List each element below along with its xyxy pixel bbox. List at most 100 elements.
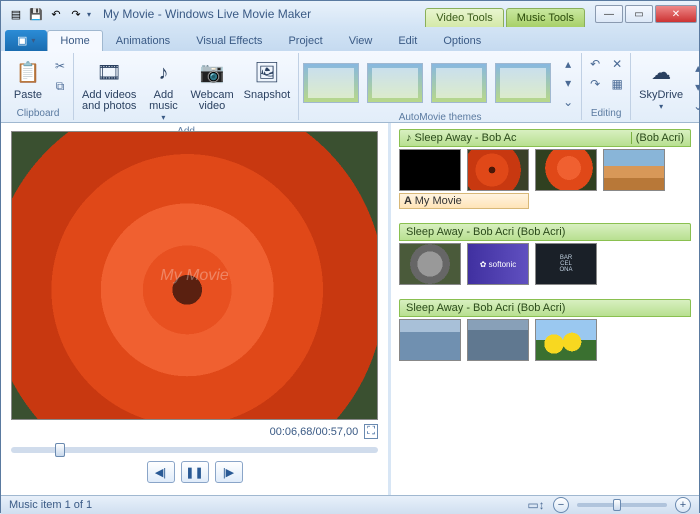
select-all-button[interactable]: ▦ <box>608 75 626 93</box>
tab-animations[interactable]: Animations <box>103 30 183 51</box>
redo-qat-button[interactable]: ↷ <box>67 5 85 23</box>
webcam-icon: 📷 <box>196 57 228 89</box>
zoom-in-button[interactable]: + <box>675 497 691 513</box>
snapshot-icon: 🖼 <box>251 57 283 89</box>
copy-button[interactable]: ⧉ <box>51 77 69 95</box>
tab-options[interactable]: Options <box>430 30 494 51</box>
seek-slider[interactable] <box>11 447 378 453</box>
music-label-2: (Bob Acri) <box>631 132 684 144</box>
theme-thumb[interactable] <box>495 63 551 103</box>
file-icon: ▣ <box>17 34 27 47</box>
tab-edit[interactable]: Edit <box>385 30 430 51</box>
zoom-thumb[interactable] <box>613 499 621 511</box>
add-music-label: Add music <box>149 90 178 112</box>
undo-qat-button[interactable]: ↶ <box>47 5 65 23</box>
group-share: ☁SkyDrive▾ ▴ ▾ ⌄ 💾Save movie▾ 👤Sign in S… <box>631 53 700 120</box>
tab-view[interactable]: View <box>336 30 386 51</box>
clip[interactable]: ✿ softonic <box>467 243 529 285</box>
paste-icon: 📋 <box>12 57 44 89</box>
zoom-out-button[interactable]: − <box>553 497 569 513</box>
chevron-down-icon: ▾ <box>659 101 663 112</box>
tab-home[interactable]: Home <box>47 30 102 51</box>
prev-frame-button[interactable]: ◀| <box>147 461 175 483</box>
playback-controls: ◀| ❚❚ |▶ <box>11 457 378 487</box>
contextual-tabs: Video Tools Music Tools <box>425 1 585 27</box>
snapshot-button[interactable]: 🖼Snapshot <box>240 55 294 103</box>
zoom-slider[interactable] <box>577 503 667 507</box>
themes-expand[interactable]: ⌄ <box>559 93 577 111</box>
next-frame-button[interactable]: |▶ <box>215 461 243 483</box>
themes-scroll-up[interactable]: ▴ <box>559 55 577 73</box>
maximize-button[interactable]: ▭ <box>625 5 653 23</box>
group-editing: ↶✕ ↷▦ Editing <box>582 53 631 120</box>
clip[interactable] <box>603 149 665 191</box>
share-scroll-down[interactable]: ▾ <box>689 78 700 96</box>
music-tools-tab[interactable]: Music Tools <box>506 8 585 27</box>
group-clipboard: 📋Paste ✂ ⧉ Clipboard <box>3 53 74 120</box>
window-buttons: — ▭ ✕ <box>593 5 697 23</box>
track: Sleep Away - Bob Acri (Bob Acri) <box>399 299 691 361</box>
add-videos-button[interactable]: 🎞Add videos and photos <box>78 55 140 114</box>
theme-thumb[interactable] <box>367 63 423 103</box>
clip[interactable]: BAR CEL ONA <box>535 243 597 285</box>
rotate-right-button[interactable]: ↷ <box>586 75 604 93</box>
fullscreen-button[interactable]: ⛶ <box>364 424 378 439</box>
title-overlay[interactable]: A My Movie <box>399 193 529 209</box>
close-button[interactable]: ✕ <box>655 5 697 23</box>
minimize-button[interactable]: — <box>595 5 623 23</box>
theme-thumb[interactable] <box>431 63 487 103</box>
track: ♪ Sleep Away - Bob Ac(Bob Acri) A My Mov… <box>399 129 691 209</box>
tab-visual-effects[interactable]: Visual Effects <box>183 30 275 51</box>
add-music-icon: ♪ <box>147 57 179 89</box>
play-pause-button[interactable]: ❚❚ <box>181 461 209 483</box>
storyboard-pane[interactable]: ♪ Sleep Away - Bob Ac(Bob Acri) A My Mov… <box>391 123 699 495</box>
themes-scroll-down[interactable]: ▾ <box>559 74 577 92</box>
add-music-button[interactable]: ♪Add music▾ <box>142 55 184 125</box>
app-menu-button[interactable]: ▤ <box>7 5 25 23</box>
seek-thumb[interactable] <box>55 443 65 457</box>
status-text: Music item 1 of 1 <box>9 499 92 511</box>
ribbon: 📋Paste ✂ ⧉ Clipboard 🎞Add videos and pho… <box>1 51 699 123</box>
add-videos-label: Add videos and photos <box>82 90 136 112</box>
content-area: My Movie 00:06,68/00:57,00 ⛶ ◀| ❚❚ |▶ ♪ … <box>1 123 699 495</box>
skydrive-button[interactable]: ☁SkyDrive▾ <box>635 55 687 114</box>
time-display-row: 00:06,68/00:57,00 ⛶ <box>11 420 378 443</box>
add-videos-icon: 🎞 <box>93 57 125 89</box>
preview-pane: My Movie 00:06,68/00:57,00 ⛶ ◀| ❚❚ |▶ <box>1 123 391 495</box>
file-tab[interactable]: ▣▾ <box>5 30 47 51</box>
clip[interactable] <box>535 149 597 191</box>
chevron-down-icon: ▾ <box>161 112 165 123</box>
group-themes: ▴ ▾ ⌄ AutoMovie themes <box>299 53 582 120</box>
preview-video[interactable]: My Movie <box>11 131 378 420</box>
rotate-left-button[interactable]: ↶ <box>586 55 604 73</box>
clip-row <box>399 319 691 361</box>
delete-button[interactable]: ✕ <box>608 55 626 73</box>
clip[interactable] <box>399 149 461 191</box>
webcam-label: Webcam video <box>190 90 233 112</box>
quick-access-toolbar: ▤ 💾 ↶ ↷ ▾ <box>3 5 95 23</box>
music-bar[interactable]: Sleep Away - Bob Acri (Bob Acri) <box>399 223 691 241</box>
window-title: My Movie - Windows Live Movie Maker <box>103 7 311 21</box>
clip[interactable] <box>467 149 529 191</box>
paste-label: Paste <box>14 90 42 101</box>
qat-dropdown-icon[interactable]: ▾ <box>87 10 91 19</box>
share-expand[interactable]: ⌄ <box>689 97 700 115</box>
clip[interactable] <box>399 319 461 361</box>
view-toggle-button[interactable]: ▭↕ <box>527 496 545 514</box>
music-bar[interactable]: Sleep Away - Bob Acri (Bob Acri) <box>399 299 691 317</box>
paste-button[interactable]: 📋Paste <box>7 55 49 103</box>
save-qat-button[interactable]: 💾 <box>27 5 45 23</box>
title-bar: ▤ 💾 ↶ ↷ ▾ My Movie - Windows Live Movie … <box>1 1 699 27</box>
theme-thumb[interactable] <box>303 63 359 103</box>
cut-button[interactable]: ✂ <box>51 57 69 75</box>
ribbon-tabstrip: ▣▾ Home Animations Visual Effects Projec… <box>1 27 699 51</box>
clip[interactable] <box>535 319 597 361</box>
clip[interactable] <box>467 319 529 361</box>
webcam-button[interactable]: 📷Webcam video <box>186 55 237 114</box>
music-bar[interactable]: ♪ Sleep Away - Bob Ac(Bob Acri) <box>399 129 691 147</box>
clip[interactable] <box>399 243 461 285</box>
video-tools-tab[interactable]: Video Tools <box>425 8 503 27</box>
tab-project[interactable]: Project <box>275 30 335 51</box>
group-editing-label: Editing <box>586 107 626 120</box>
share-scroll-up[interactable]: ▴ <box>689 59 700 77</box>
